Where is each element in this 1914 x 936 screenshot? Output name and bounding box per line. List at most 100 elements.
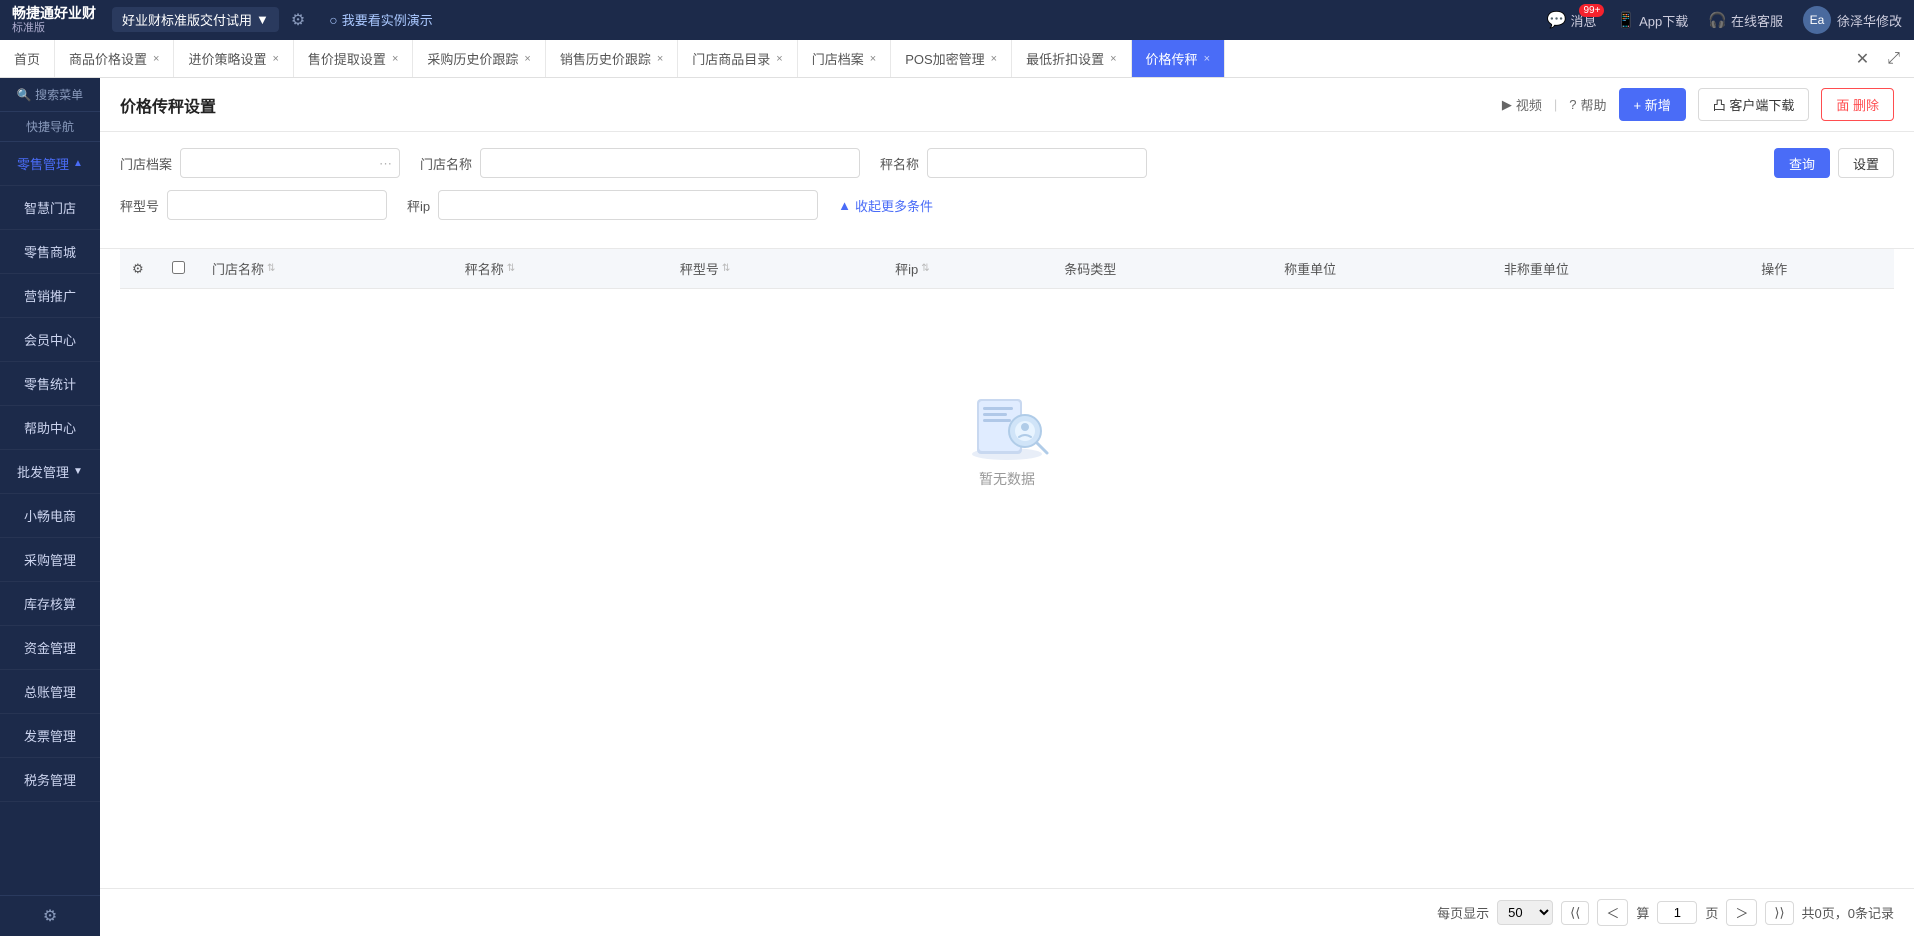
sidebar-item-finance[interactable]: 资金管理 bbox=[0, 626, 100, 670]
tab-close-store-catalog[interactable]: × bbox=[776, 53, 782, 65]
logo-area: 畅捷通好业财 标准版 bbox=[12, 5, 96, 35]
download-button[interactable]: 凸 客户端下载 bbox=[1698, 88, 1810, 121]
tab-close-purchase-history[interactable]: × bbox=[524, 53, 530, 65]
last-page-btn[interactable]: ⟩⟩ bbox=[1765, 901, 1793, 925]
demo-link[interactable]: ○ 我要看实例演示 bbox=[329, 10, 432, 29]
tab-bar-actions: ✕ ⤢ bbox=[1850, 45, 1914, 73]
scale-ip-input[interactable] bbox=[438, 190, 818, 220]
version-select[interactable]: 好业财标准版交付试用 ▼ bbox=[112, 7, 279, 32]
table-header-scale-name: 秤名称 ⇅ bbox=[453, 249, 668, 289]
tab-min-discount[interactable]: 最低折扣设置 × bbox=[1012, 40, 1131, 77]
store-archive-input[interactable] bbox=[180, 148, 400, 178]
next-page-btn[interactable]: ＞ bbox=[1726, 899, 1757, 926]
sidebar-item-retail-mall[interactable]: 零售商城 bbox=[0, 230, 100, 274]
store-name-input[interactable] bbox=[480, 148, 860, 178]
table-header-gear[interactable]: ⚙ bbox=[120, 249, 160, 289]
filter-store-name: 门店名称 bbox=[420, 148, 860, 178]
sidebar-item-purchase[interactable]: 采购管理 bbox=[0, 538, 100, 582]
sidebar-item-small-ecom[interactable]: 小畅电商 bbox=[0, 494, 100, 538]
tab-close-min-discount[interactable]: × bbox=[1110, 53, 1116, 65]
tab-price-scale[interactable]: 价格传秤 × bbox=[1132, 40, 1225, 77]
sidebar-item-retail-stats[interactable]: 零售统计 bbox=[0, 362, 100, 406]
filter-scale-ip: 秤ip bbox=[407, 190, 818, 220]
page-word: 算 bbox=[1636, 903, 1649, 922]
table-header-scale-model: 秤型号 ⇅ bbox=[668, 249, 883, 289]
sort-icon-scale-name[interactable]: ⇅ bbox=[507, 263, 515, 274]
sidebar-item-wholesale[interactable]: 批发管理 ▼ bbox=[0, 450, 100, 494]
video-icon: ▶ bbox=[1502, 97, 1512, 113]
tab-close-price-setting[interactable]: × bbox=[153, 53, 159, 65]
message-group[interactable]: 💬 消息 99+ bbox=[1547, 10, 1597, 30]
tab-home[interactable]: 首页 bbox=[0, 40, 55, 77]
filter-scale-ip-label: 秤ip bbox=[407, 196, 430, 215]
scale-name-input[interactable] bbox=[927, 148, 1147, 178]
app-download-label: App下载 bbox=[1639, 11, 1688, 30]
tab-store-catalog[interactable]: 门店商品目录 × bbox=[678, 40, 797, 77]
sidebar: 🔍 搜索菜单 快捷导航 零售管理 ▲ 智慧门店 零售商城 营销推广 会员中心 bbox=[0, 78, 100, 936]
filter-scale-name: 秤名称 bbox=[880, 148, 1147, 178]
add-button[interactable]: + 新增 bbox=[1619, 88, 1686, 121]
top-bar-left: 畅捷通好业财 标准版 好业财标准版交付试用 ▼ ⚙ ○ 我要看实例演示 bbox=[12, 5, 433, 35]
setting-button[interactable]: 设置 bbox=[1838, 148, 1894, 178]
delete-button[interactable]: 面 删除 bbox=[1821, 88, 1894, 121]
table-header-checkbox[interactable] bbox=[160, 249, 200, 289]
tab-close-store-archive[interactable]: × bbox=[870, 53, 876, 65]
sidebar-item-invoice[interactable]: 发票管理 bbox=[0, 714, 100, 758]
user-area[interactable]: Ea 徐泽华修改 bbox=[1803, 6, 1902, 34]
dots-icon[interactable]: ··· bbox=[379, 156, 392, 171]
sidebar-item-help[interactable]: 帮助中心 bbox=[0, 406, 100, 450]
sidebar-item-general-ledger[interactable]: 总账管理 bbox=[0, 670, 100, 714]
tab-pos-manage[interactable]: POS加密管理 × bbox=[891, 40, 1012, 77]
per-page-select[interactable]: 50 10 20 100 bbox=[1497, 900, 1553, 925]
sidebar-item-smart-store[interactable]: 智慧门店 bbox=[0, 186, 100, 230]
tab-close-price-scale[interactable]: × bbox=[1204, 53, 1210, 65]
tab-close-sale-history[interactable]: × bbox=[657, 53, 663, 65]
tab-expand[interactable]: ⤢ bbox=[1881, 46, 1906, 72]
tab-close-current[interactable]: ✕ bbox=[1850, 45, 1875, 73]
sidebar-item-member[interactable]: 会员中心 bbox=[0, 318, 100, 362]
page-header: 价格传秤设置 ▶ 视频 | ? 帮助 + 新增 凸 客户端下载 bbox=[100, 78, 1914, 132]
help-link[interactable]: ? 帮助 bbox=[1569, 95, 1606, 114]
tab-close-purchase-strategy[interactable]: × bbox=[272, 53, 278, 65]
content-area: 价格传秤设置 ▶ 视频 | ? 帮助 + 新增 凸 客户端下载 bbox=[100, 78, 1914, 936]
tab-price-setting[interactable]: 商品价格设置 × bbox=[55, 40, 174, 77]
sidebar-item-retail[interactable]: 零售管理 ▲ bbox=[0, 142, 100, 186]
sidebar-item-inventory[interactable]: 库存核算 bbox=[0, 582, 100, 626]
first-page-btn[interactable]: ⟨⟨ bbox=[1561, 901, 1589, 925]
tab-sale-price[interactable]: 售价提取设置 × bbox=[294, 40, 413, 77]
video-link[interactable]: ▶ 视频 bbox=[1502, 95, 1542, 114]
sidebar-settings-icon[interactable]: ⚙ bbox=[43, 908, 57, 925]
app-download-group[interactable]: 📱 App下载 bbox=[1616, 11, 1688, 30]
logo-main: 畅捷通好业财 bbox=[12, 5, 96, 22]
sort-icon-store-name[interactable]: ⇅ bbox=[267, 263, 275, 274]
filter-row-2: 秤型号 秤ip ▲ 收起更多条件 bbox=[120, 190, 1894, 220]
sort-icon-scale-model[interactable]: ⇅ bbox=[722, 263, 730, 274]
tab-close-pos-manage[interactable]: × bbox=[991, 53, 997, 65]
sidebar-item-tax[interactable]: 税务管理 bbox=[0, 758, 100, 802]
scale-model-input[interactable] bbox=[167, 190, 387, 220]
tab-close-sale-price[interactable]: × bbox=[392, 53, 398, 65]
tab-store-archive[interactable]: 门店档案 × bbox=[798, 40, 891, 77]
top-bar: 畅捷通好业财 标准版 好业财标准版交付试用 ▼ ⚙ ○ 我要看实例演示 💬 消息… bbox=[0, 0, 1914, 40]
query-button[interactable]: 查询 bbox=[1774, 148, 1830, 178]
app-container: 畅捷通好业财 标准版 好业财标准版交付试用 ▼ ⚙ ○ 我要看实例演示 💬 消息… bbox=[0, 0, 1914, 936]
filter-scale-model: 秤型号 bbox=[120, 190, 387, 220]
tab-purchase-history[interactable]: 采购历史价跟踪 × bbox=[413, 40, 545, 77]
tab-sale-history[interactable]: 销售历史价跟踪 × bbox=[546, 40, 678, 77]
tab-purchase-strategy[interactable]: 进价策略设置 × bbox=[174, 40, 293, 77]
sidebar-bottom: ⚙ bbox=[0, 895, 100, 936]
main-layout: 🔍 搜索菜单 快捷导航 零售管理 ▲ 智慧门店 零售商城 营销推广 会员中心 bbox=[0, 78, 1914, 936]
sidebar-search[interactable]: 🔍 搜索菜单 bbox=[0, 78, 100, 112]
filter-store-archive-label: 门店档案 bbox=[120, 154, 172, 173]
empty-state-row: 暂无数据 bbox=[120, 289, 1894, 570]
sidebar-item-marketing[interactable]: 营销推广 bbox=[0, 274, 100, 318]
page-title: 价格传秤设置 bbox=[120, 93, 216, 117]
select-all-checkbox[interactable] bbox=[172, 261, 185, 274]
online-service-group[interactable]: 🎧 在线客服 bbox=[1708, 11, 1783, 30]
page-input[interactable] bbox=[1657, 901, 1697, 924]
sort-icon-scale-ip[interactable]: ⇅ bbox=[921, 263, 929, 274]
prev-page-btn[interactable]: ＜ bbox=[1597, 899, 1628, 926]
collapse-button[interactable]: ▲ 收起更多条件 bbox=[838, 196, 933, 215]
settings-icon[interactable]: ⚙ bbox=[291, 10, 305, 30]
sidebar-quick-nav[interactable]: 快捷导航 bbox=[0, 112, 100, 142]
